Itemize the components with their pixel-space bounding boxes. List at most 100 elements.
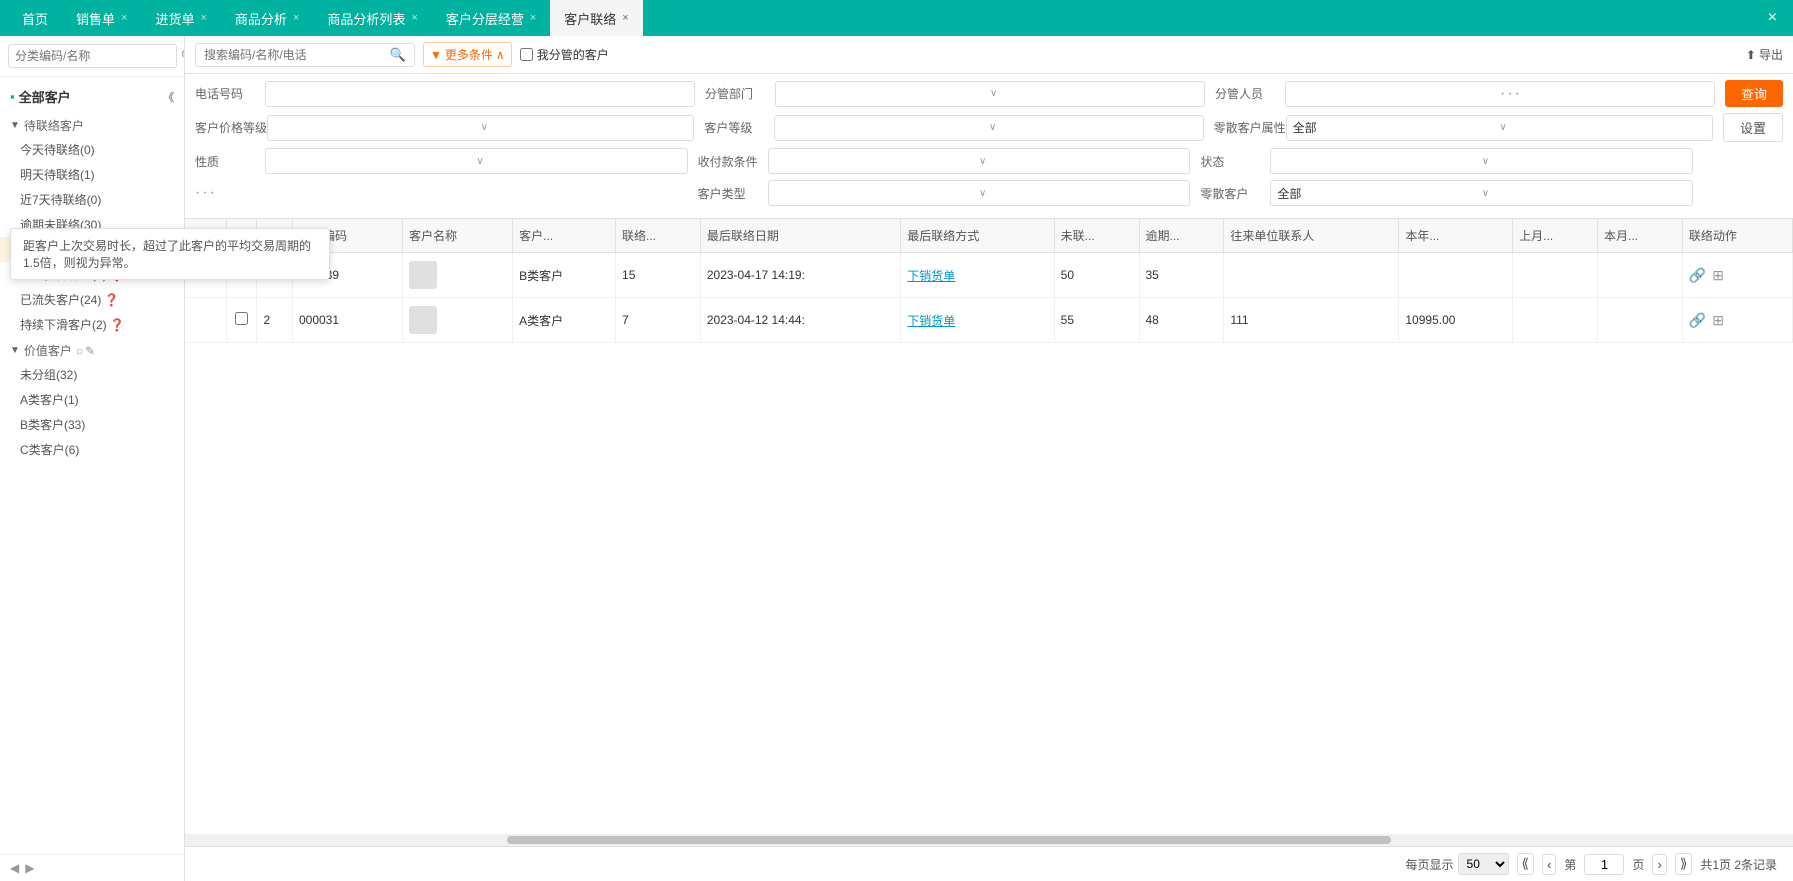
next-page-btn[interactable]: › — [1652, 854, 1666, 875]
sidebar-item-today[interactable]: 今天待联络(0) — [0, 137, 184, 162]
all-customers-icon: ▪ — [10, 89, 15, 104]
filter-icon: ▼ — [430, 48, 442, 62]
customer-level-select[interactable]: ∨ — [774, 115, 1203, 141]
row-checkbox-1[interactable] — [235, 312, 248, 325]
manager-dots-icon: ··· — [1500, 85, 1708, 103]
th-name: 客户名称 — [403, 219, 513, 253]
filter-customer-level: 客户等级 ∨ — [704, 115, 1203, 141]
action-link-icon-1[interactable]: 🔗 — [1689, 312, 1706, 329]
cell-contact-0: 15 — [616, 253, 701, 298]
lost-help-icon: ❓ — [104, 293, 119, 307]
sidebar-item-7days[interactable]: 近7天待联络(0) — [0, 187, 184, 212]
first-page-btn[interactable]: ⟪ — [1517, 853, 1534, 875]
dept-label: 分管部门 — [705, 85, 775, 102]
sidebar-item-lost[interactable]: 已流失客户(24) ❓ — [0, 287, 184, 312]
retail-customer-label: 零散客户 — [1200, 185, 1270, 202]
cell-this-year-0 — [1399, 253, 1513, 298]
close-contact-icon[interactable]: × — [622, 12, 628, 24]
export-btn[interactable]: ⬆ 导出 — [1746, 46, 1783, 63]
close-purchase-icon[interactable]: × — [200, 12, 206, 24]
cell-last-method-1[interactable]: 下销货单 — [901, 298, 1054, 343]
reset-button[interactable]: 设置 — [1723, 113, 1783, 142]
cell-contact-1: 7 — [616, 298, 701, 343]
value-group[interactable]: ▼ 价值客户 ○ ✎ — [0, 337, 184, 362]
cell-overdue-0: 35 — [1139, 253, 1224, 298]
close-tier-icon[interactable]: × — [530, 12, 536, 24]
last-page-btn[interactable]: ⟫ — [1675, 853, 1692, 875]
action-icons-0: 🔗 ⊞ — [1689, 267, 1786, 284]
main-search-icon[interactable]: 🔍 — [390, 47, 406, 63]
main-search-input[interactable] — [204, 48, 390, 62]
dept-select[interactable]: ∨ — [775, 81, 1205, 107]
phone-input[interactable] — [265, 81, 695, 107]
filter-row-4: ··· 客户类型 ∨ 零散客户 全部 ∨ — [195, 180, 1783, 206]
last-method-link-1[interactable]: 下销货单 — [907, 314, 955, 328]
customer-type-arrow-icon: ∨ — [979, 188, 1183, 199]
sidebar-item-declining[interactable]: 持续下滑客户(2) ❓ — [0, 312, 184, 337]
cell-type-1: A类客户 — [513, 298, 616, 343]
cell-actions-1: 🔗 ⊞ — [1682, 298, 1792, 343]
nav-product-analysis[interactable]: 商品分析 × — [221, 0, 313, 36]
payment-select[interactable]: ∨ — [768, 148, 1191, 174]
query-button[interactable]: 查询 — [1725, 80, 1783, 107]
th-company-contact: 往来单位联系人 — [1224, 219, 1399, 253]
cell-settings-1 — [185, 298, 227, 343]
nav-customer-tier[interactable]: 客户分层经营 × — [432, 0, 550, 36]
nav-customer-contact[interactable]: 客户联络 × — [550, 0, 642, 36]
cell-last-month-0 — [1513, 253, 1598, 298]
per-page-select[interactable]: 50 20 100 — [1458, 853, 1509, 875]
filter-dots: ··· — [195, 184, 688, 202]
action-link-icon-0[interactable]: 🔗 — [1689, 267, 1706, 284]
value-edit2-icon[interactable]: ✎ — [85, 344, 95, 358]
nav-purchase[interactable]: 进货单 × — [141, 0, 220, 36]
filter-manager: 分管人员 ··· — [1215, 81, 1715, 107]
sidebar-item-b-class[interactable]: B类客户(33) — [0, 412, 184, 437]
last-method-link-0[interactable]: 下销货单 — [907, 269, 955, 283]
sidebar-search-input[interactable] — [8, 44, 177, 68]
status-select[interactable]: ∨ — [1270, 148, 1693, 174]
close-analysis-list-icon[interactable]: × — [411, 12, 417, 24]
cell-last-date-1: 2023-04-12 14:44: — [700, 298, 900, 343]
nav-home[interactable]: 首页 — [8, 0, 62, 36]
page-unit: 页 — [1632, 856, 1644, 873]
sidebar-right-icon[interactable]: ▶ — [25, 861, 34, 875]
prev-page-btn[interactable]: ‹ — [1542, 854, 1556, 875]
action-grid-icon-1[interactable]: ⊞ — [1712, 312, 1724, 329]
close-all-tabs[interactable]: × — [1760, 9, 1785, 27]
retail-customer-select[interactable]: 全部 ∨ — [1270, 180, 1693, 206]
customer-type-select[interactable]: ∨ — [768, 180, 1191, 206]
sidebar-left-icon[interactable]: ◀ — [10, 861, 19, 875]
sidebar-item-ungroup[interactable]: 未分组(32) — [0, 362, 184, 387]
value-edit-icon[interactable]: ○ — [76, 344, 83, 358]
horizontal-scrollbar[interactable] — [185, 834, 1793, 846]
nav-analysis-list[interactable]: 商品分析列表 × — [313, 0, 431, 36]
collapse-icon[interactable]: 《 — [163, 89, 174, 105]
sidebar-item-c-class[interactable]: C类客户(6) — [0, 437, 184, 462]
export-icon: ⬆ — [1746, 48, 1756, 62]
sidebar-item-tomorrow[interactable]: 明天待联络(1) — [0, 162, 184, 187]
cell-last-method-0[interactable]: 下销货单 — [901, 253, 1054, 298]
page-input[interactable] — [1584, 854, 1624, 875]
more-dots-icon[interactable]: ··· — [195, 184, 217, 202]
scroll-thumb[interactable] — [507, 836, 1391, 844]
my-customers-checkbox[interactable] — [520, 48, 533, 61]
close-sales-icon[interactable]: × — [121, 12, 127, 24]
nav-sales[interactable]: 销售单 × — [62, 0, 141, 36]
retail-attr-arrow-icon: ∨ — [1499, 122, 1706, 133]
cell-check-1[interactable] — [227, 298, 257, 343]
filter-price-level: 客户价格等级 ∨ — [195, 115, 694, 141]
close-analysis-icon[interactable]: × — [293, 12, 299, 24]
more-conditions-btn[interactable]: ▼ 更多条件 ∧ — [423, 42, 512, 67]
search-wrap: 🔍 — [195, 43, 415, 67]
nature-select[interactable]: ∨ — [265, 148, 688, 174]
all-customers-header[interactable]: ▪ 全部客户 《 — [0, 81, 184, 112]
action-grid-icon-0[interactable]: ⊞ — [1712, 267, 1724, 284]
my-customers-check[interactable]: 我分管的客户 — [520, 46, 609, 63]
price-level-select[interactable]: ∨ — [267, 115, 694, 141]
payment-arrow-icon: ∨ — [979, 156, 1183, 167]
pending-group[interactable]: ▼ 待联络客户 — [0, 112, 184, 137]
filter-bar: 🔍 ▼ 更多条件 ∧ 我分管的客户 ⬆ 导出 — [185, 36, 1793, 74]
manager-select[interactable]: ··· — [1285, 81, 1715, 107]
retail-attr-select[interactable]: 全部 ∨ — [1286, 115, 1713, 141]
sidebar-item-a-class[interactable]: A类客户(1) — [0, 387, 184, 412]
